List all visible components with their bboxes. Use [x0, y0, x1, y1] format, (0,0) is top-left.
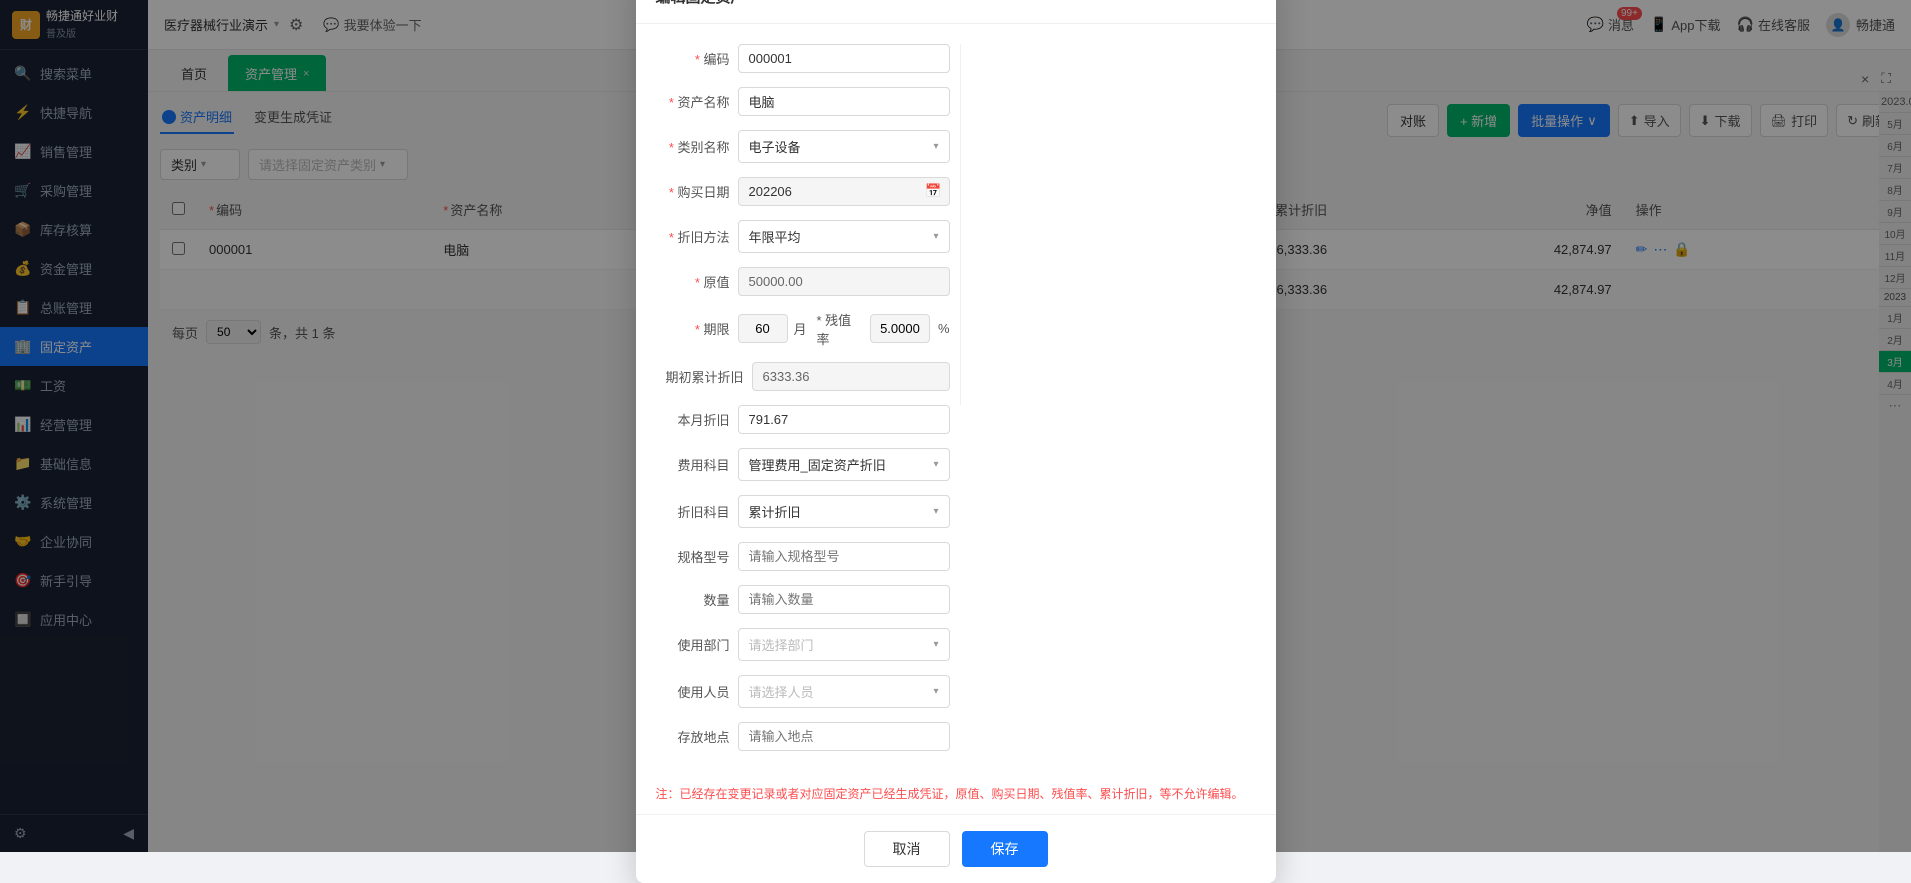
expense-subject-select[interactable]: 管理费用_固定资产折旧 ▾: [738, 448, 950, 481]
modal-title: 编辑固定资产: [656, 0, 746, 7]
field-label-depr-subject: 折旧科目: [666, 502, 738, 521]
field-label-period: * 期限: [666, 319, 738, 338]
modal-note: 注：已经存在变更记录或者对应固定资产已经生成凭证，原值、购买日期、残值率、累计折…: [636, 785, 1276, 814]
residual-pct: %: [938, 321, 950, 336]
form-row-spec-model: 规格型号: [666, 542, 950, 571]
period-input[interactable]: [738, 314, 788, 343]
form-row-code: * 编码: [666, 44, 950, 73]
field-label-quantity: 数量: [666, 590, 738, 609]
period-field: 月 * 残值率 %: [738, 310, 950, 348]
method-select[interactable]: 年限平均 ▾: [738, 220, 950, 253]
depr-subject-arrow: ▾: [933, 506, 938, 517]
modal-left-col: * 编码 * 资产名称 * 类别名称 电子设备 ▾: [656, 44, 960, 405]
cancel-button[interactable]: 取消: [864, 831, 950, 867]
form-row-category: * 类别名称 电子设备 ▾: [666, 130, 950, 163]
form-row-person: 使用人员 请选择人员 ▾: [666, 675, 950, 708]
location-input[interactable]: [738, 722, 950, 751]
person-select[interactable]: 请选择人员 ▾: [738, 675, 950, 708]
initial-depr-input[interactable]: [752, 362, 950, 391]
method-select-value: 年限平均: [749, 227, 801, 246]
form-row-original-value: * 原值: [666, 267, 950, 296]
form-row-monthly-depr: 本月折旧: [666, 405, 950, 434]
spec-model-input[interactable]: [738, 542, 950, 571]
field-label-person: 使用人员: [666, 682, 738, 701]
department-arrow: ▾: [933, 639, 938, 650]
form-row-name: * 资产名称: [666, 87, 950, 116]
field-label-code: * 编码: [666, 49, 738, 68]
field-label-initial-depr: 期初累计折旧: [666, 367, 752, 386]
person-arrow: ▾: [933, 686, 938, 697]
field-label-department: 使用部门: [666, 635, 738, 654]
category-select-value: 电子设备: [749, 137, 801, 156]
field-label-method: * 折旧方法: [666, 227, 738, 246]
person-placeholder: 请选择人员: [749, 682, 814, 701]
residual-input[interactable]: [870, 314, 930, 343]
form-row-expense-subject: 费用科目 管理费用_固定资产折旧 ▾: [666, 448, 950, 481]
field-label-expense-subject: 费用科目: [666, 455, 738, 474]
purchase-date-input[interactable]: [738, 177, 950, 206]
code-input[interactable]: [738, 44, 950, 73]
method-select-arrow: ▾: [933, 231, 938, 242]
form-row-location: 存放地点: [666, 722, 950, 751]
field-label-original-value: * 原值: [666, 272, 738, 291]
field-label-category: * 类别名称: [666, 137, 738, 156]
field-label-purchase-date: * 购买日期: [666, 182, 738, 201]
form-row-quantity: 数量: [666, 585, 950, 614]
expense-subject-arrow: ▾: [933, 459, 938, 470]
modal-header: 编辑固定资产 ×: [636, 0, 1276, 24]
quantity-input[interactable]: [738, 585, 950, 614]
form-row-purchase-date: * 购买日期 📅: [666, 177, 950, 206]
category-select[interactable]: 电子设备 ▾: [738, 130, 950, 163]
purchase-date-field: 📅: [738, 177, 950, 206]
form-row-period: * 期限 月 * 残值率 %: [666, 310, 950, 348]
residual-label: * 残值率: [817, 310, 860, 348]
period-unit: 月: [794, 319, 807, 338]
category-select-arrow: ▾: [933, 141, 938, 152]
field-label-location: 存放地点: [666, 727, 738, 746]
form-row-method: * 折旧方法 年限平均 ▾: [666, 220, 950, 253]
modal-body: * 编码 * 资产名称 * 类别名称 电子设备 ▾: [636, 24, 1276, 785]
field-label-spec-model: 规格型号: [666, 547, 738, 566]
department-placeholder: 请选择部门: [749, 635, 814, 654]
depr-subject-value: 累计折旧: [749, 502, 801, 521]
form-row-depr-subject: 折旧科目 累计折旧 ▾: [666, 495, 950, 528]
form-row-initial-depr: 期初累计折旧: [666, 362, 950, 391]
depr-subject-select[interactable]: 累计折旧 ▾: [738, 495, 950, 528]
monthly-depr-input[interactable]: [738, 405, 950, 434]
calendar-icon[interactable]: 📅: [925, 183, 941, 199]
edit-asset-modal: 编辑固定资产 × * 编码 * 资产名称 * 类别名称: [636, 0, 1276, 883]
field-label-monthly-depr: 本月折旧: [666, 410, 738, 429]
modal-divider: [960, 44, 961, 405]
modal-close-button[interactable]: ×: [1246, 0, 1255, 5]
modal-footer: 取消 保存: [636, 814, 1276, 883]
form-row-department: 使用部门 请选择部门 ▾: [666, 628, 950, 661]
field-label-name: * 资产名称: [666, 92, 738, 111]
asset-name-input[interactable]: [738, 87, 950, 116]
expense-subject-value: 管理费用_固定资产折旧: [749, 455, 886, 474]
modal-right-col: 本月折旧 费用科目 管理费用_固定资产折旧 ▾ 折旧科目 累计折旧: [656, 405, 960, 765]
save-button[interactable]: 保存: [962, 831, 1048, 867]
modal-overlay: 编辑固定资产 × * 编码 * 资产名称 * 类别名称: [0, 0, 1911, 852]
department-select[interactable]: 请选择部门 ▾: [738, 628, 950, 661]
original-value-input[interactable]: [738, 267, 950, 296]
